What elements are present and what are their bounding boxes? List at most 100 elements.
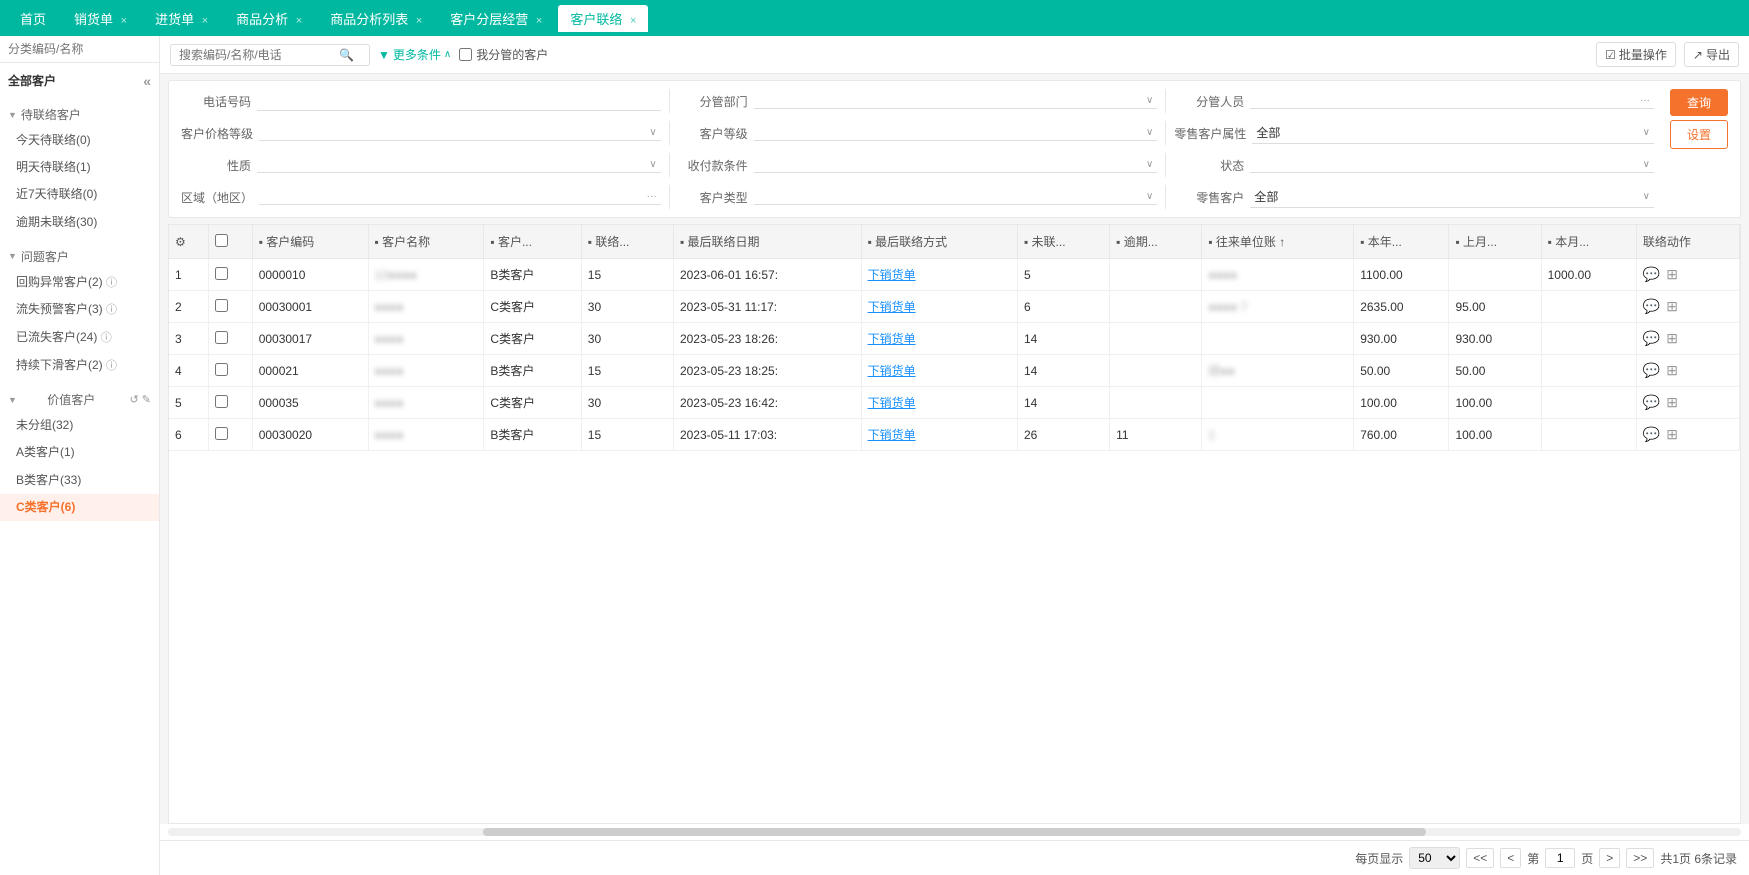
per-page-select[interactable]: 50 100 200 [1409,847,1460,869]
query-button[interactable]: 查询 [1670,89,1728,116]
sidebar-item-overdue[interactable]: 逾期未联络(30) [0,209,159,236]
filter-payment-select[interactable]: ∨ [754,157,1158,173]
filter-dept-select[interactable]: ∨ [754,93,1158,109]
group-problem-label[interactable]: 问题客户 [0,244,159,269]
more-conditions-btn[interactable]: ▼ 更多条件 ∧ [378,46,451,63]
filter-retail-attr-select[interactable]: 全部 ∨ [1252,122,1654,144]
chat-icon[interactable]: 💬 [1643,362,1660,379]
filter-nature-select[interactable]: ∨ [257,157,661,173]
nav-customer-contact-close[interactable]: × [630,15,636,27]
nav-customer-contact[interactable]: 客户联络 × [558,5,648,32]
col-code[interactable]: ▪ 客户编码 [252,225,368,259]
chat-icon[interactable]: 💬 [1643,330,1660,347]
row-checkbox[interactable] [215,363,228,376]
col-last-month[interactable]: ▪ 上月... [1449,225,1541,259]
row-checkbox[interactable] [215,395,228,408]
batch-operations-btn[interactable]: ☑ 批量操作 [1596,42,1676,67]
contact-method-link[interactable]: 下销货单 [868,396,916,410]
col-contact-days[interactable]: ▪ 联络... [581,225,673,259]
chat-icon[interactable]: 💬 [1643,298,1660,315]
nav-sales[interactable]: 销货单 × [62,5,139,32]
cell-checkbox[interactable] [208,387,252,419]
nav-customer-strat-close[interactable]: × [536,15,542,27]
group-value-label[interactable]: 价值客户 ↺ ✎ [0,387,159,412]
cell-last-contact-method[interactable]: 下销货单 [861,355,1017,387]
col-name[interactable]: ▪ 客户名称 [368,225,484,259]
sidebar-item-tomorrow[interactable]: 明天待联络(1) [0,154,159,181]
row-checkbox[interactable] [215,267,228,280]
col-uncontacted[interactable]: ▪ 未联... [1017,225,1109,259]
cell-last-contact-method[interactable]: 下销货单 [861,323,1017,355]
contact-method-link[interactable]: 下销货单 [868,428,916,442]
filter-customer-grade-select[interactable]: ∨ [754,125,1158,141]
chat-icon[interactable]: 💬 [1643,266,1660,283]
nav-home[interactable]: 首页 [8,5,58,32]
my-customers-checkbox[interactable]: 我分管的客户 [459,46,548,63]
all-customers-header[interactable]: 全部客户 « [0,67,159,94]
sidebar-item-class-b[interactable]: B类客户(33) [0,467,159,494]
collapse-icon[interactable]: « [143,73,151,89]
contact-method-link[interactable]: 下销货单 [868,332,916,346]
scroll-thumb[interactable] [483,828,1427,836]
search-input[interactable] [179,48,339,62]
nav-sales-close[interactable]: × [121,15,127,27]
nav-customer-strat[interactable]: 客户分层经营 × [438,5,554,32]
col-last-contact-date[interactable]: ▪ 最后联络日期 [673,225,861,259]
col-unit-balance[interactable]: ▪ 往来单位账 ↑ [1202,225,1354,259]
row-checkbox[interactable] [215,331,228,344]
filter-region-select[interactable]: ··· [259,189,661,205]
sidebar-item-today[interactable]: 今天待联络(0) [0,127,159,154]
grid-icon[interactable]: ⊞ [1666,426,1678,443]
row-checkbox[interactable] [215,299,228,312]
sidebar-item-decline[interactable]: 持续下滑客户(2) ⓘ [0,352,159,380]
col-settings[interactable]: ⚙ [169,225,208,259]
filter-price-grade-select[interactable]: ∨ [259,125,661,141]
contact-method-link[interactable]: 下销货单 [868,300,916,314]
search-icon[interactable]: 🔍 [339,48,354,62]
group-pending-label[interactable]: 待联络客户 [0,102,159,127]
select-all-checkbox[interactable] [215,234,228,247]
sidebar-item-lost[interactable]: 已流失客户(24) ⓘ [0,324,159,352]
sidebar-item-unclassified[interactable]: 未分组(32) [0,412,159,439]
col-checkbox[interactable] [208,225,252,259]
cell-checkbox[interactable] [208,355,252,387]
filter-manager-select[interactable]: ··· [1250,93,1654,109]
sidebar-item-class-a[interactable]: A类客户(1) [0,439,159,466]
col-last-contact-method[interactable]: ▪ 最后联络方式 [861,225,1017,259]
grid-icon[interactable]: ⊞ [1666,330,1678,347]
prev-page-btn[interactable]: < [1500,848,1521,868]
sidebar-search-input[interactable] [8,42,160,56]
my-customers-check[interactable] [459,48,472,61]
page-number-input[interactable] [1545,848,1575,868]
contact-method-link[interactable]: 下销货单 [868,364,916,378]
grid-icon[interactable]: ⊞ [1666,266,1678,283]
filter-phone-input[interactable] [257,92,661,111]
col-this-month[interactable]: ▪ 本月... [1541,225,1636,259]
first-page-btn[interactable]: << [1466,848,1494,868]
cell-last-contact-method[interactable]: 下销货单 [861,291,1017,323]
col-overdue[interactable]: ▪ 逾期... [1110,225,1202,259]
row-checkbox[interactable] [215,427,228,440]
nav-purchase[interactable]: 进货单 × [143,5,220,32]
col-type[interactable]: ▪ 客户... [484,225,581,259]
filter-customer-type-select[interactable]: ∨ [754,189,1158,205]
sidebar-item-losing[interactable]: 流失预警客户(3) ⓘ [0,296,159,324]
cell-checkbox[interactable] [208,323,252,355]
cell-checkbox[interactable] [208,291,252,323]
cell-last-contact-method[interactable]: 下销货单 [861,419,1017,451]
grid-icon[interactable]: ⊞ [1666,298,1678,315]
col-this-year[interactable]: ▪ 本年... [1354,225,1449,259]
contact-method-link[interactable]: 下销货单 [868,268,916,282]
cell-last-contact-method[interactable]: 下销货单 [861,259,1017,291]
sidebar-item-class-c[interactable]: C类客户(6) [0,494,159,521]
cell-checkbox[interactable] [208,259,252,291]
sidebar-item-7days[interactable]: 近7天待联络(0) [0,181,159,208]
next-page-btn[interactable]: > [1599,848,1620,868]
grid-icon[interactable]: ⊞ [1666,394,1678,411]
nav-product-analysis[interactable]: 商品分析 × [224,5,314,32]
nav-product-list-close[interactable]: × [416,15,422,27]
settings-button[interactable]: 设置 [1670,120,1728,149]
nav-product-analysis-close[interactable]: × [296,15,302,27]
cell-checkbox[interactable] [208,419,252,451]
chat-icon[interactable]: 💬 [1643,394,1660,411]
